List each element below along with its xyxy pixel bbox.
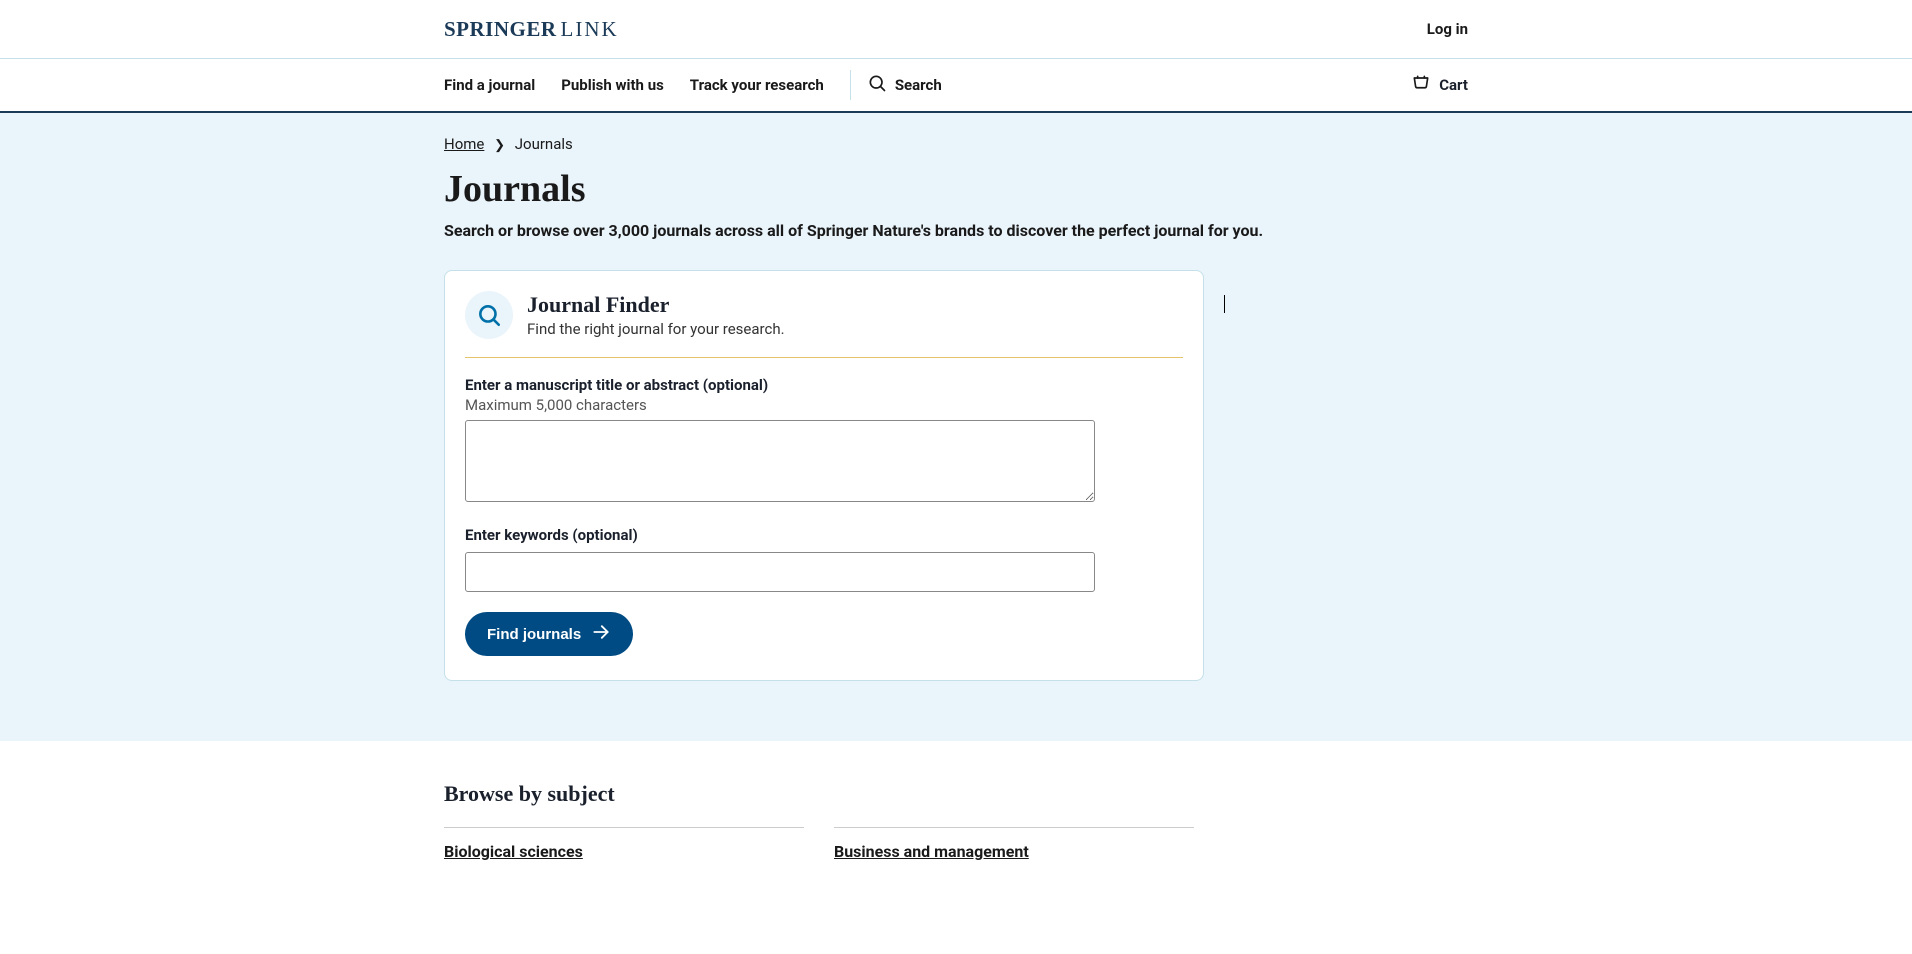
nav-find-journal[interactable]: Find a journal (444, 76, 535, 94)
subject-item: Biological sciences (444, 827, 804, 861)
keywords-label: Enter keywords (optional) (465, 526, 1183, 544)
subject-link-biological-sciences[interactable]: Biological sciences (444, 842, 583, 861)
find-journals-label: Find journals (487, 626, 581, 643)
cart-icon (1411, 73, 1439, 97)
nav-cart[interactable]: Cart (1411, 73, 1468, 97)
chevron-right-icon: ❯ (494, 138, 505, 153)
top-header: SPRINGERLINK Log in (0, 0, 1912, 59)
text-caret (1224, 295, 1225, 313)
logo-secondary-text: LINK (561, 17, 619, 41)
subject-link-business-management[interactable]: Business and management (834, 842, 1029, 861)
page-subtitle: Search or browse over 3,000 journals acr… (444, 221, 1468, 240)
journal-finder-card: Journal Finder Find the right journal fo… (444, 270, 1204, 681)
browse-heading: Browse by subject (444, 781, 1468, 807)
manuscript-input[interactable] (465, 420, 1095, 502)
nav-divider (850, 70, 851, 100)
breadcrumb: Home ❯ Journals (444, 135, 1468, 153)
breadcrumb-current: Journals (515, 135, 573, 153)
manuscript-label: Enter a manuscript title or abstract (op… (465, 376, 1183, 394)
logo-primary-text: SPRINGER (444, 17, 557, 41)
search-icon (867, 73, 895, 97)
finder-title: Journal Finder (527, 292, 785, 318)
page-title: Journals (444, 167, 1468, 211)
nav-cart-label: Cart (1439, 76, 1468, 94)
main-nav: Find a journal Publish with us Track you… (0, 59, 1912, 113)
nav-publish[interactable]: Publish with us (561, 76, 664, 94)
breadcrumb-home[interactable]: Home (444, 135, 484, 153)
browse-section: Browse by subject Biological sciences Bu… (0, 741, 1912, 921)
nav-search-label: Search (895, 76, 942, 94)
keywords-input[interactable] (465, 552, 1095, 592)
finder-subtitle: Find the right journal for your research… (527, 320, 785, 338)
magnifier-icon (465, 291, 513, 339)
site-logo[interactable]: SPRINGERLINK (444, 17, 619, 42)
arrow-right-icon (581, 622, 611, 646)
login-link[interactable]: Log in (1427, 20, 1468, 38)
find-journals-button[interactable]: Find journals (465, 612, 633, 656)
hero-section: Home ❯ Journals Journals Search or brows… (0, 113, 1912, 741)
nav-track[interactable]: Track your research (690, 76, 824, 94)
manuscript-hint: Maximum 5,000 characters (465, 396, 1183, 414)
subject-item: Business and management (834, 827, 1194, 861)
nav-search[interactable]: Search (867, 73, 942, 97)
